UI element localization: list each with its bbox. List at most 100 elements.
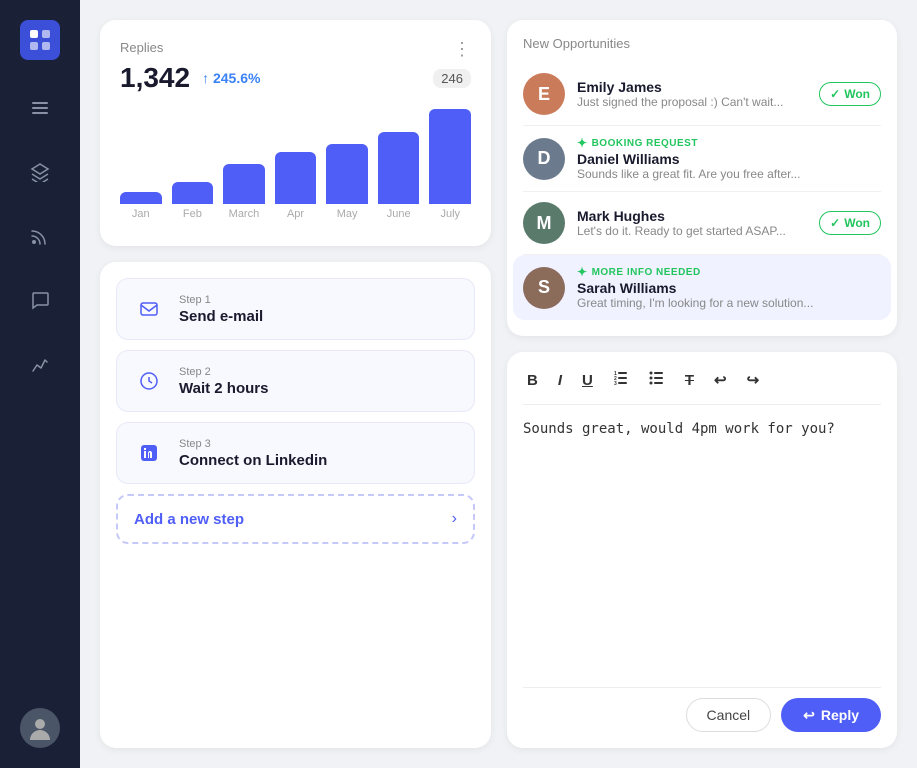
step-text: Step 2 Wait 2 hours bbox=[179, 366, 458, 397]
reply-actions: Cancel ↩ Reply bbox=[523, 687, 881, 732]
reply-card: B I U 1 2 3 bbox=[507, 352, 897, 748]
add-step-label: Add a new step bbox=[134, 511, 244, 528]
bar bbox=[120, 192, 162, 204]
opp-name: Sarah Williams bbox=[577, 280, 881, 296]
reply-button[interactable]: ↩ Reply bbox=[781, 698, 881, 732]
step-item[interactable]: Step 3 Connect on Linkedin bbox=[116, 422, 475, 484]
step-item[interactable]: Step 2 Wait 2 hours bbox=[116, 350, 475, 412]
step-label: Step 1 bbox=[179, 294, 458, 306]
chart-growth: ↑ 245.6% bbox=[202, 70, 260, 86]
step-item[interactable]: Step 1 Send e-mail bbox=[116, 278, 475, 340]
bar-group: July bbox=[429, 109, 471, 220]
reply-label: Reply bbox=[821, 707, 859, 723]
logo-button[interactable] bbox=[20, 20, 60, 60]
chart-more-button[interactable]: ⋮ bbox=[453, 40, 471, 58]
opp-preview: Just signed the proposal :) Can't wait..… bbox=[577, 95, 807, 109]
bar-group: May bbox=[326, 144, 368, 220]
add-step-arrow-icon: › bbox=[452, 510, 457, 528]
add-step-button[interactable]: Add a new step › bbox=[116, 494, 475, 544]
unordered-list-button[interactable] bbox=[645, 368, 669, 392]
opp-info: ✦ MORE INFO NEEDEDSarah WilliamsGreat ti… bbox=[577, 265, 881, 310]
step-text: Step 3 Connect on Linkedin bbox=[179, 438, 458, 469]
user-avatar[interactable] bbox=[20, 708, 60, 748]
bar bbox=[326, 144, 368, 204]
bar bbox=[172, 182, 214, 204]
step-name: Send e-mail bbox=[179, 308, 458, 325]
opp-info: Mark HughesLet's do it. Ready to get sta… bbox=[577, 208, 807, 238]
right-panel: New Opportunities E Emily JamesJust signe… bbox=[507, 20, 897, 748]
bar-label: June bbox=[387, 208, 411, 220]
bold-button[interactable]: B bbox=[523, 370, 542, 391]
opp-avatar: D bbox=[523, 138, 565, 180]
opp-avatar: S bbox=[523, 267, 565, 309]
reply-icon: ↩ bbox=[803, 707, 815, 724]
clock-icon bbox=[133, 365, 165, 397]
ordered-list-button[interactable]: 1 2 3 bbox=[609, 368, 633, 392]
opp-info: Emily JamesJust signed the proposal :) C… bbox=[577, 79, 807, 109]
steps-card: Step 1 Send e-mail Step 2 Wait 2 hours Ste… bbox=[100, 262, 491, 748]
opportunity-item[interactable]: E Emily JamesJust signed the proposal :) … bbox=[523, 63, 881, 126]
bar-group: June bbox=[378, 132, 420, 220]
bar bbox=[223, 164, 265, 204]
linkedin-icon bbox=[133, 437, 165, 469]
undo-button[interactable]: ↩ bbox=[710, 369, 731, 391]
opportunity-item[interactable]: M Mark HughesLet's do it. Ready to get st… bbox=[523, 192, 881, 255]
opp-name: Daniel Williams bbox=[577, 151, 881, 167]
italic-button[interactable]: I bbox=[554, 370, 566, 391]
email-icon bbox=[133, 293, 165, 325]
chart-card: Replies ⋮ 1,342 ↑ 245.6% 246 Jan Feb March… bbox=[100, 20, 491, 246]
opportunities-list: E Emily JamesJust signed the proposal :) … bbox=[523, 63, 881, 320]
bar-group: Apr bbox=[275, 152, 317, 220]
bar bbox=[275, 152, 317, 204]
main-content: Replies ⋮ 1,342 ↑ 245.6% 246 Jan Feb March… bbox=[80, 0, 917, 768]
sidebar-nav bbox=[22, 90, 58, 708]
opportunities-title: New Opportunities bbox=[523, 36, 881, 51]
opp-name: Mark Hughes bbox=[577, 208, 807, 224]
reply-toolbar: B I U 1 2 3 bbox=[523, 368, 881, 405]
opp-preview: Let's do it. Ready to get started ASAP..… bbox=[577, 224, 807, 238]
step-name: Connect on Linkedin bbox=[179, 452, 458, 469]
svg-text:3: 3 bbox=[614, 381, 617, 386]
bar bbox=[429, 109, 471, 204]
opp-preview: Great timing, I'm looking for a new solu… bbox=[577, 296, 881, 310]
opp-tag: ✦ BOOKING REQUEST bbox=[577, 136, 881, 150]
opp-name: Emily James bbox=[577, 79, 807, 95]
opp-preview: Sounds like a great fit. Are you free af… bbox=[577, 167, 881, 181]
opportunities-card: New Opportunities E Emily JamesJust signe… bbox=[507, 20, 897, 336]
cancel-button[interactable]: Cancel bbox=[686, 698, 772, 732]
bar-group: March bbox=[223, 164, 265, 220]
strikethrough-button[interactable]: T bbox=[681, 370, 698, 391]
opp-avatar: E bbox=[523, 73, 565, 115]
step-label: Step 2 bbox=[179, 366, 458, 378]
step-label: Step 3 bbox=[179, 438, 458, 450]
bar-label: Jan bbox=[132, 208, 150, 220]
chart-number: 1,342 bbox=[120, 62, 190, 94]
sidebar-item-list[interactable] bbox=[22, 90, 58, 126]
bar-label: March bbox=[229, 208, 260, 220]
underline-button[interactable]: U bbox=[578, 370, 597, 391]
sidebar-item-analytics[interactable] bbox=[22, 346, 58, 382]
bar-chart: Jan Feb March Apr May June July bbox=[120, 110, 471, 220]
won-badge: ✓ Won bbox=[819, 82, 881, 106]
sidebar-item-chat[interactable] bbox=[22, 282, 58, 318]
opportunity-item[interactable]: S ✦ MORE INFO NEEDEDSarah WilliamsGreat t… bbox=[513, 255, 891, 320]
bar-label: July bbox=[440, 208, 460, 220]
opp-avatar: M bbox=[523, 202, 565, 244]
opp-info: ✦ BOOKING REQUESTDaniel WilliamsSounds l… bbox=[577, 136, 881, 181]
opportunity-item[interactable]: D ✦ BOOKING REQUESTDaniel WilliamsSounds … bbox=[523, 126, 881, 192]
sidebar-item-layers[interactable] bbox=[22, 154, 58, 190]
bar-label: May bbox=[337, 208, 358, 220]
bar-group: Feb bbox=[172, 182, 214, 220]
reply-textarea[interactable] bbox=[523, 415, 881, 677]
redo-button[interactable]: ↪ bbox=[743, 369, 764, 391]
opp-tag: ✦ MORE INFO NEEDED bbox=[577, 265, 881, 279]
left-panel: Replies ⋮ 1,342 ↑ 245.6% 246 Jan Feb March… bbox=[100, 20, 491, 748]
sidebar-item-feed[interactable] bbox=[22, 218, 58, 254]
sidebar bbox=[0, 0, 80, 768]
chart-badge: 246 bbox=[433, 69, 471, 88]
bar-label: Feb bbox=[183, 208, 202, 220]
bar bbox=[378, 132, 420, 204]
step-name: Wait 2 hours bbox=[179, 380, 458, 397]
step-text: Step 1 Send e-mail bbox=[179, 294, 458, 325]
chart-title: Replies bbox=[120, 40, 163, 55]
